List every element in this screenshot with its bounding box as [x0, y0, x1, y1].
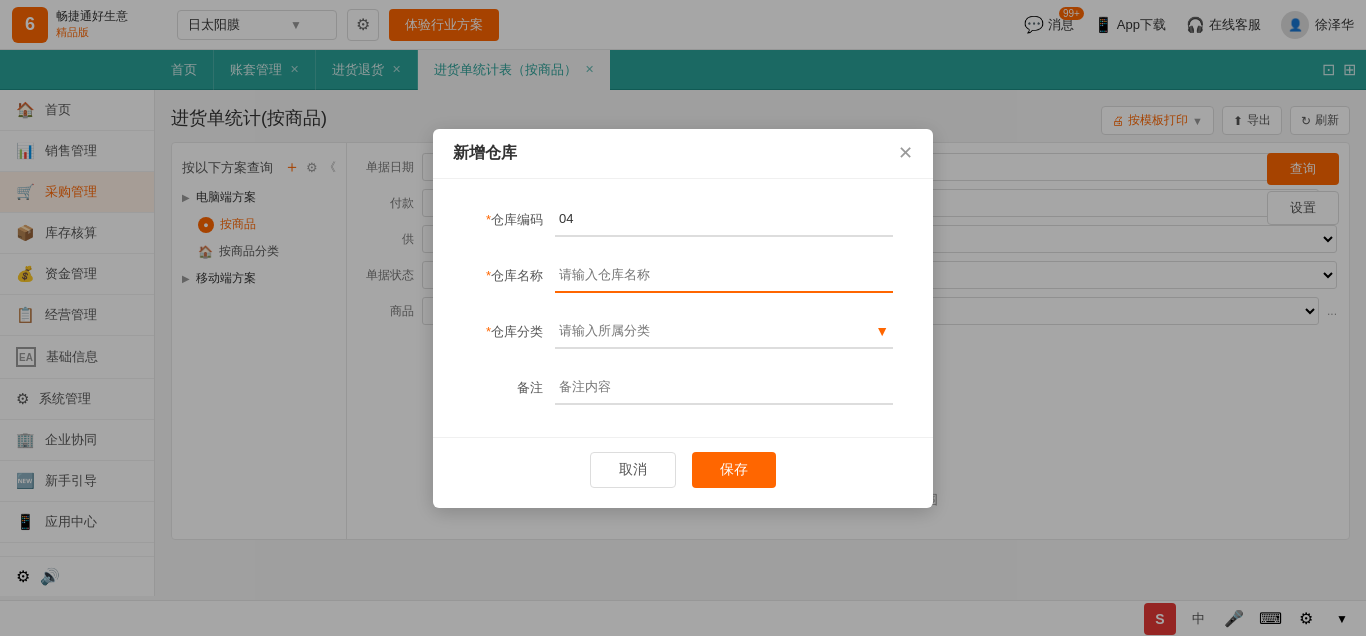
remark-label: 备注 [473, 379, 543, 397]
name-input[interactable] [555, 259, 893, 293]
cancel-button[interactable]: 取消 [590, 452, 676, 488]
dialog-header: 新增仓库 ✕ [433, 129, 933, 179]
save-button[interactable]: 保存 [692, 452, 776, 488]
category-select-row: ▼ [555, 315, 893, 349]
form-row-category: *仓库分类 ▼ [473, 315, 893, 349]
dialog-body: *仓库编码 *仓库名称 *仓库分类 ▼ [433, 179, 933, 437]
category-label: *仓库分类 [473, 323, 543, 341]
dialog-footer: 取消 保存 [433, 437, 933, 508]
code-label: *仓库编码 [473, 211, 543, 229]
form-row-remark: 备注 [473, 371, 893, 405]
dialog-title: 新增仓库 [453, 143, 517, 164]
category-input[interactable] [559, 323, 875, 338]
code-input[interactable] [555, 203, 893, 237]
dialog: 新增仓库 ✕ *仓库编码 *仓库名称 *仓库分类 [433, 129, 933, 508]
form-row-code: *仓库编码 [473, 203, 893, 237]
dialog-close-button[interactable]: ✕ [898, 144, 913, 162]
form-row-name: *仓库名称 [473, 259, 893, 293]
name-label: *仓库名称 [473, 267, 543, 285]
category-arrow-icon[interactable]: ▼ [875, 323, 889, 339]
overlay[interactable]: 新增仓库 ✕ *仓库编码 *仓库名称 *仓库分类 [0, 0, 1366, 636]
remark-input[interactable] [555, 371, 893, 405]
